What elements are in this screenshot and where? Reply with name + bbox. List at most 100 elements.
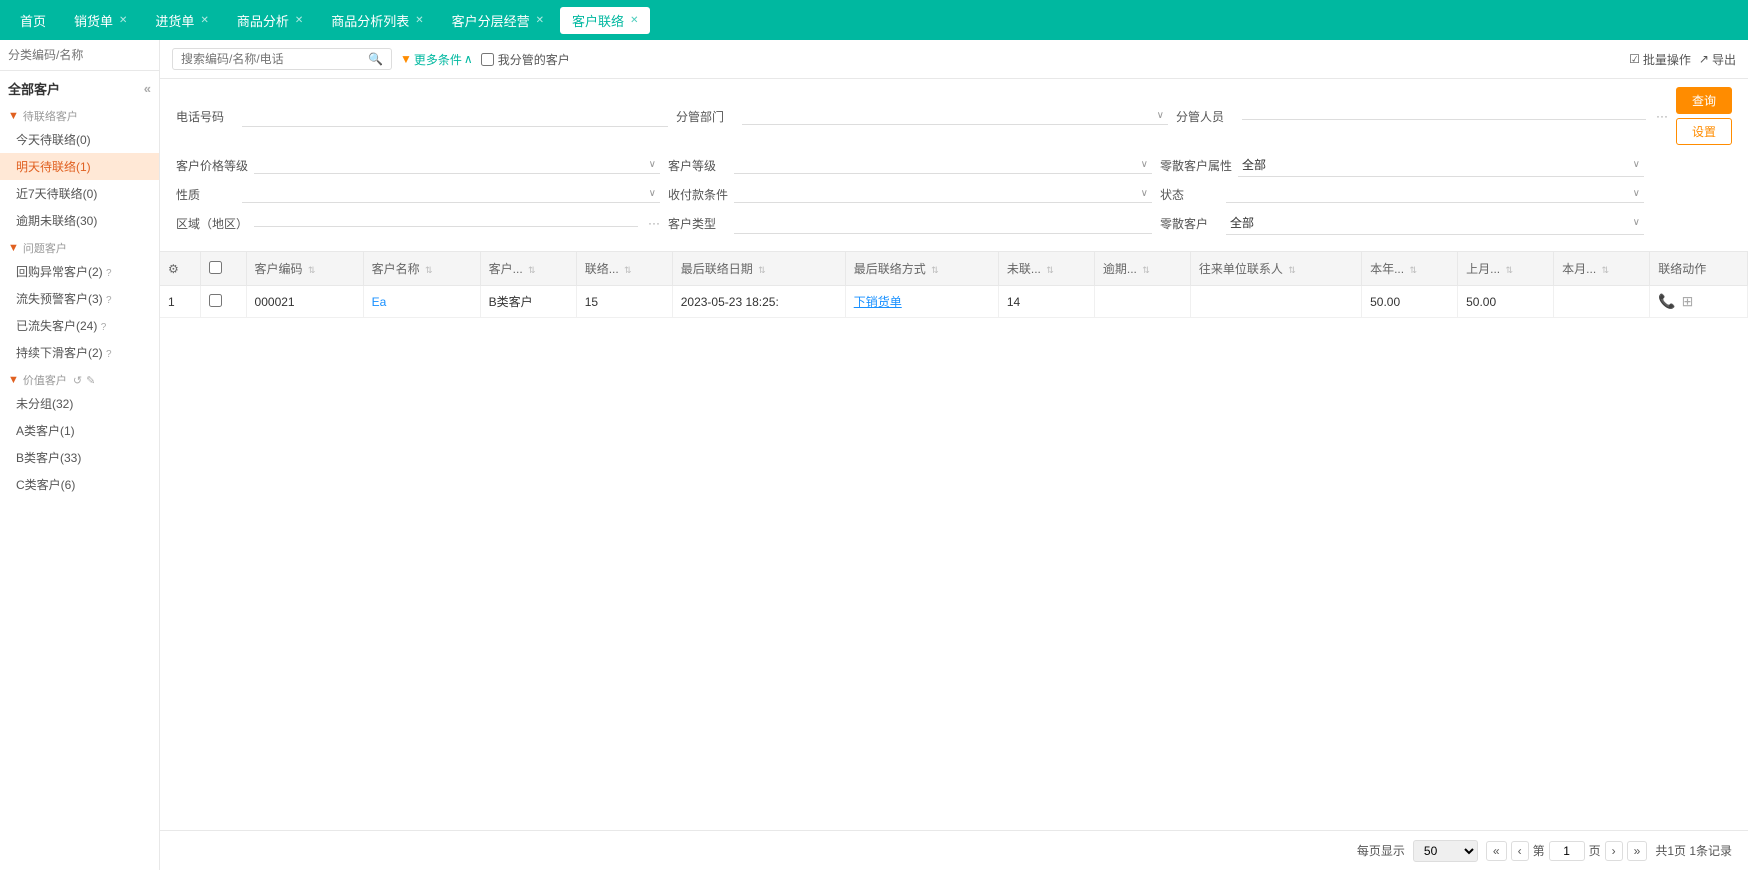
close-customer-contact-icon[interactable]: ✕	[630, 15, 638, 26]
search-input-wrap: 🔍	[172, 48, 392, 70]
col-this-year: 本年... ⇅	[1362, 252, 1458, 286]
page-size-select[interactable]: 50 100 200	[1413, 840, 1478, 862]
prev-page-button[interactable]: ‹	[1511, 841, 1529, 861]
value-edit-icon[interactable]: ✎	[86, 374, 95, 387]
sort-type-icon[interactable]: ⇅	[528, 265, 536, 275]
close-analysis-icon[interactable]: ✕	[295, 15, 303, 26]
last-page-button[interactable]: »	[1627, 841, 1648, 861]
select-person[interactable]	[1242, 113, 1646, 120]
nav-customer-contact[interactable]: 客户联络 ✕	[560, 7, 650, 34]
sidebar-item-class-b[interactable]: B类客户(33)	[0, 444, 159, 471]
select-nature[interactable]: ∨	[242, 185, 660, 203]
row-checkbox[interactable]	[209, 294, 222, 307]
filter-row-3: 性质 ∨ 收付款条件 ∨ 状态	[176, 185, 1732, 203]
cell-checkbox[interactable]	[201, 286, 246, 318]
sort-last-method-icon[interactable]: ⇅	[931, 265, 939, 275]
sort-contact-person-icon[interactable]: ⇅	[1288, 265, 1296, 275]
sort-last-month-icon[interactable]: ⇅	[1505, 265, 1513, 275]
select-retail[interactable]: 全部 ∨	[1226, 211, 1644, 235]
cell-last-method[interactable]: 下销货单	[845, 286, 998, 318]
sort-this-year-icon[interactable]: ⇅	[1409, 265, 1417, 275]
nav-analysis-table[interactable]: 商品分析列表 ✕	[319, 7, 435, 34]
cell-index: 1	[160, 286, 201, 318]
nav-analysis[interactable]: 商品分析 ✕	[225, 7, 315, 34]
filter-cell-price-tier: 客户价格等级 ∨	[176, 156, 660, 174]
sort-name-icon[interactable]: ⇅	[425, 265, 433, 275]
select-dept[interactable]: ∨	[742, 107, 1168, 125]
nav-sales[interactable]: 销货单 ✕	[62, 7, 139, 34]
my-customers-checkbox[interactable]	[481, 53, 494, 66]
more-filter-button[interactable]: ▼ 更多条件 ∧	[400, 51, 473, 68]
close-analysis-table-icon[interactable]: ✕	[415, 15, 423, 26]
col-checkbox[interactable]	[201, 252, 246, 286]
label-region: 区域（地区）	[176, 215, 248, 232]
sidebar-item-continuous-down[interactable]: 持续下滑客户(2) ?	[0, 339, 159, 366]
nav-customer-tier[interactable]: 客户分层经营 ✕	[440, 7, 556, 34]
input-customer-type[interactable]	[734, 213, 1152, 234]
sort-overdue-icon[interactable]: ⇅	[1142, 265, 1150, 275]
sidebar-collapse-icon[interactable]: «	[144, 81, 151, 96]
sidebar-item-ungrouped[interactable]: 未分组(32)	[0, 390, 159, 417]
all-customers-label: 全部客户 «	[0, 71, 159, 102]
sidebar-item-lost[interactable]: 已流失客户(24) ?	[0, 312, 159, 339]
person-dots-icon[interactable]: ···	[1656, 109, 1668, 123]
cell-name[interactable]: Ea	[363, 286, 480, 318]
sidebar-search-input[interactable]	[8, 48, 160, 62]
filter-cell-customer-tier: 客户等级 ∨	[668, 156, 1152, 174]
input-phone[interactable]	[242, 106, 668, 127]
query-button[interactable]: 查询	[1676, 87, 1732, 114]
nav-home[interactable]: 首页	[8, 7, 58, 34]
select-payment[interactable]: ∨	[734, 185, 1152, 203]
sort-this-month-icon[interactable]: ⇅	[1602, 265, 1610, 275]
page-input[interactable]	[1549, 841, 1585, 861]
close-purchase-icon[interactable]: ✕	[200, 15, 208, 26]
select-price-tier[interactable]: ∨	[254, 156, 660, 174]
col-last-method: 最后联络方式 ⇅	[845, 252, 998, 286]
action-icons-wrap: 📞 ⊞	[1658, 293, 1739, 310]
action-qr-icon[interactable]: ⊞	[1682, 293, 1694, 310]
advanced-filter-panel: 电话号码 分管部门 ∨ 分管人员 ···	[160, 79, 1748, 252]
select-customer-tier[interactable]: ∨	[734, 156, 1152, 174]
sidebar-item-class-c[interactable]: C类客户(6)	[0, 471, 159, 498]
nav-purchase[interactable]: 进货单 ✕	[143, 7, 220, 34]
close-sales-icon[interactable]: ✕	[119, 15, 127, 26]
sidebar-item-repurchase-abnormal[interactable]: 回购异常客户(2) ?	[0, 258, 159, 285]
select-region[interactable]	[254, 220, 638, 227]
select-all-checkbox[interactable]	[209, 261, 222, 274]
last-method-link[interactable]: 下销货单	[854, 295, 902, 309]
sort-contact-icon[interactable]: ⇅	[624, 265, 632, 275]
sidebar-item-class-a[interactable]: A类客户(1)	[0, 417, 159, 444]
filter-cell-customer-type: 客户类型	[668, 213, 1152, 234]
col-code: 客户编码 ⇅	[246, 252, 363, 286]
batch-operation-button[interactable]: ☑ 批量操作	[1629, 51, 1691, 68]
sidebar-item-tomorrow[interactable]: 明天待联络(1)	[0, 153, 159, 180]
value-refresh-icon[interactable]: ↺	[73, 374, 82, 387]
sidebar-item-today[interactable]: 今天待联络(0)	[0, 126, 159, 153]
sidebar-item-losing[interactable]: 流失预警客户(3) ?	[0, 285, 159, 312]
select-retail-attr[interactable]: 全部 ∨	[1238, 153, 1644, 177]
cell-this-year: 50.00	[1362, 286, 1458, 318]
close-customer-tier-icon[interactable]: ✕	[536, 15, 544, 26]
cell-contact: 15	[576, 286, 672, 318]
export-button[interactable]: ↗ 导出	[1699, 51, 1736, 68]
region-dots-icon[interactable]: ···	[648, 216, 660, 230]
label-price-tier: 客户价格等级	[176, 157, 248, 174]
sidebar-item-overdue[interactable]: 逾期未联络(30)	[0, 207, 159, 234]
col-settings[interactable]: ⚙	[160, 252, 201, 286]
next-page-button[interactable]: ›	[1605, 841, 1623, 861]
label-status: 状态	[1160, 186, 1220, 203]
select-status[interactable]: ∨	[1226, 185, 1644, 203]
search-input[interactable]	[181, 52, 364, 66]
sort-uncontact-icon[interactable]: ⇅	[1046, 265, 1054, 275]
action-phone-icon[interactable]: 📞	[1658, 293, 1675, 310]
sort-code-icon[interactable]: ⇅	[308, 265, 316, 275]
search-icon[interactable]: 🔍	[368, 52, 383, 66]
cell-contact-person	[1190, 286, 1361, 318]
setting-button[interactable]: 设置	[1676, 118, 1732, 145]
first-page-button[interactable]: «	[1486, 841, 1507, 861]
my-customers-checkbox-label[interactable]: 我分管的客户	[481, 51, 570, 68]
table-header-row: ⚙ 客户编码 ⇅ 客户名称 ⇅ 客户... ⇅ 联络... ⇅ 最后联络日期 ⇅…	[160, 252, 1748, 286]
sort-last-date-icon[interactable]: ⇅	[758, 265, 766, 275]
sidebar-item-7days[interactable]: 近7天待联络(0)	[0, 180, 159, 207]
table-area: ⚙ 客户编码 ⇅ 客户名称 ⇅ 客户... ⇅ 联络... ⇅ 最后联络日期 ⇅…	[160, 252, 1748, 830]
